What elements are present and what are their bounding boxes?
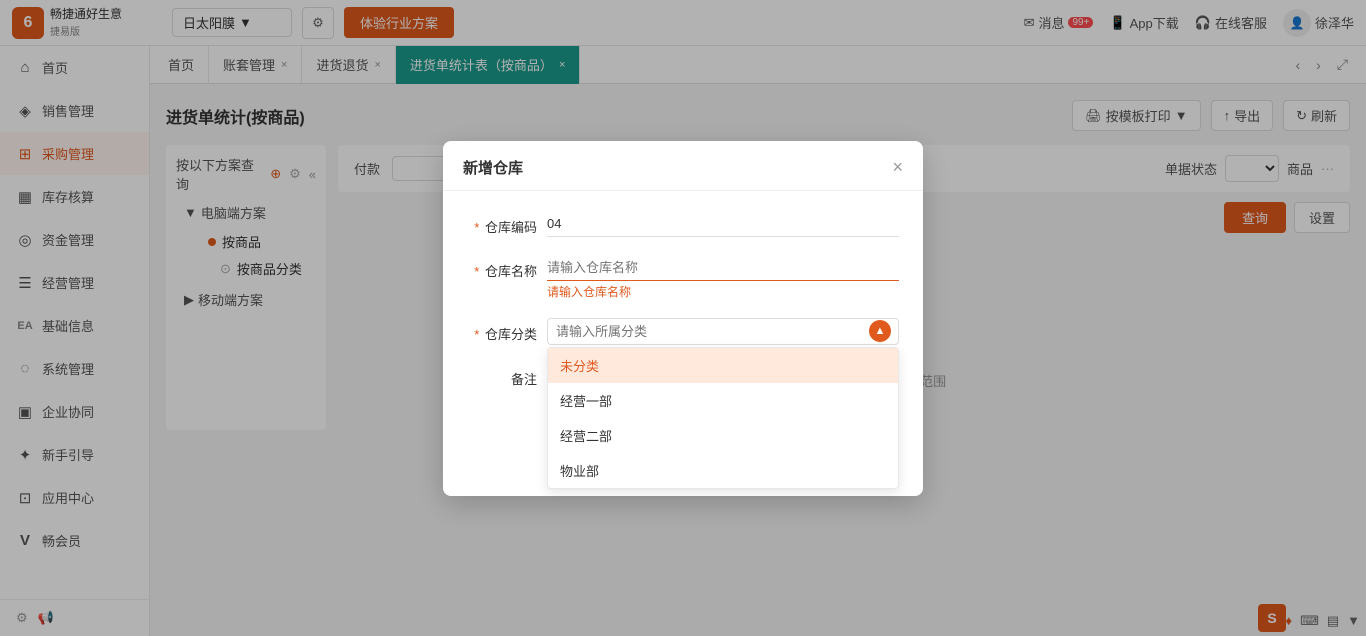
name-input-wrap: 请输入仓库名称	[547, 255, 899, 300]
form-row-name: * 仓库名称 请输入仓库名称	[467, 255, 899, 300]
category-dropdown: 未分类 经营一部 经营二部 物业部	[547, 347, 899, 489]
new-warehouse-dialog: 新增仓库 × * 仓库编码 * 仓库名称	[443, 141, 923, 496]
dialog-body: * 仓库编码 * 仓库名称 请输入仓库名称	[443, 191, 923, 445]
dialog-title: 新增仓库	[463, 157, 523, 178]
dropdown-item-dept3[interactable]: 物业部	[548, 453, 898, 488]
category-input[interactable]	[547, 318, 899, 345]
dropdown-item-dept1[interactable]: 经营一部	[548, 383, 898, 418]
dialog-header: 新增仓库 ×	[443, 141, 923, 191]
form-row-category: * 仓库分类 ▲ 未分类 经营一部 经营二部 物业部	[467, 318, 899, 345]
category-arrow-icon[interactable]: ▲	[869, 320, 891, 342]
form-row-code: * 仓库编码	[467, 211, 899, 237]
category-label: * 仓库分类	[467, 318, 537, 343]
category-input-wrap: ▲ 未分类 经营一部 经营二部 物业部	[547, 318, 899, 345]
name-error-msg: 请输入仓库名称	[547, 283, 899, 300]
dropdown-item-dept2[interactable]: 经营二部	[548, 418, 898, 453]
modal-overlay: 新增仓库 × * 仓库编码 * 仓库名称	[0, 0, 1366, 636]
dropdown-item-unclassified[interactable]: 未分类	[548, 348, 898, 383]
code-label: * 仓库编码	[467, 211, 537, 236]
note-label: 备注	[467, 363, 537, 388]
name-label: * 仓库名称	[467, 255, 537, 280]
name-input[interactable]	[547, 255, 899, 281]
code-input[interactable]	[547, 211, 899, 237]
dialog-close-button[interactable]: ×	[892, 157, 903, 178]
code-input-wrap	[547, 211, 899, 237]
